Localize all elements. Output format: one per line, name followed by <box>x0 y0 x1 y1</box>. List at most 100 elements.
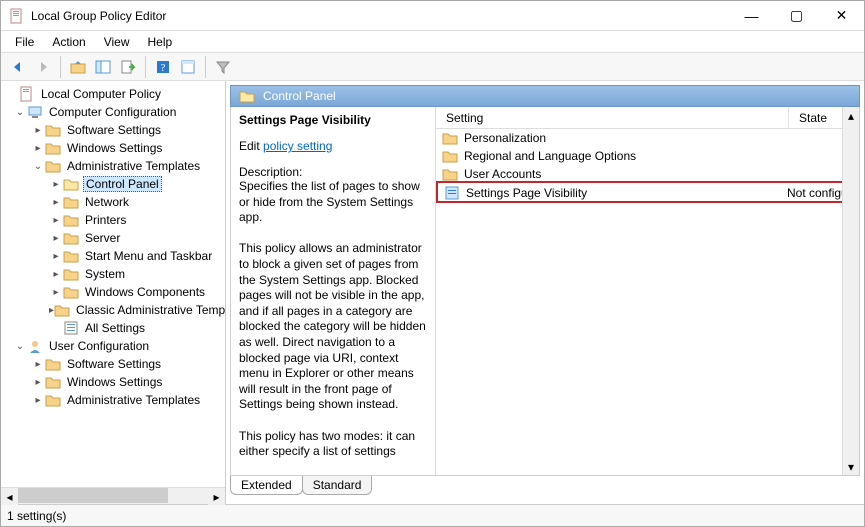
close-button[interactable]: ✕ <box>819 1 864 30</box>
tree-label: Windows Settings <box>65 141 164 155</box>
tree-item[interactable]: ▸Administrative Templates <box>1 391 225 409</box>
tree-item-user-configuration[interactable]: ⌄User Configuration <box>1 337 225 355</box>
tree-item[interactable]: ▸Software Settings <box>1 121 225 139</box>
folder-icon <box>45 158 61 174</box>
list-item-settings-page-visibility[interactable]: Settings Page Visibility Not configured <box>436 181 859 203</box>
tree-item[interactable]: ▸System <box>1 265 225 283</box>
computer-icon <box>27 104 43 120</box>
navigation-tree[interactable]: ▸ Local Computer Policy ⌄ Computer Confi… <box>1 81 225 487</box>
maximize-button[interactable]: ▢ <box>774 1 819 30</box>
scroll-up-icon[interactable]: ▴ <box>843 107 859 124</box>
tree-item-all-settings[interactable]: ▸All Settings <box>1 319 225 337</box>
show-hide-tree-button[interactable] <box>92 56 114 78</box>
collapse-icon[interactable]: ⌄ <box>13 107 27 118</box>
folder-icon <box>45 392 61 408</box>
tree-item[interactable]: ▸ Windows Settings <box>1 139 225 157</box>
expand-icon[interactable]: ▸ <box>31 377 45 388</box>
list-vertical-scrollbar[interactable]: ▴ ▾ <box>842 107 859 475</box>
description-label: Description: <box>239 165 427 179</box>
forward-button[interactable] <box>32 56 54 78</box>
folder-icon <box>63 266 79 282</box>
menu-bar: File Action View Help <box>1 31 864 53</box>
tree-label: Windows Components <box>83 285 207 299</box>
scroll-track[interactable] <box>843 124 859 458</box>
list-item-label: User Accounts <box>464 167 783 181</box>
tab-extended[interactable]: Extended <box>230 476 303 495</box>
policy-icon <box>19 86 35 102</box>
tree-item-control-panel[interactable]: ▸ Control Panel <box>1 175 225 193</box>
list-item-label: Regional and Language Options <box>464 149 783 163</box>
tree-item[interactable]: ▸Classic Administrative Templates <box>1 301 225 319</box>
tree-root[interactable]: ▸ Local Computer Policy <box>1 85 225 103</box>
expand-icon[interactable]: ▸ <box>31 395 45 406</box>
description-panel: Settings Page Visibility Edit policy set… <box>231 107 436 475</box>
folder-icon <box>63 194 79 210</box>
toolbar-separator <box>205 56 206 78</box>
properties-button[interactable] <box>177 56 199 78</box>
tree-label: All Settings <box>83 321 147 335</box>
menu-action[interactable]: Action <box>44 33 93 51</box>
tree-item[interactable]: ▸ Windows Components <box>1 283 225 301</box>
tree-label: Control Panel <box>83 176 162 192</box>
content-header: Control Panel <box>230 85 860 107</box>
view-tabs: Extended Standard <box>230 476 860 500</box>
expand-icon[interactable]: ▸ <box>49 233 63 244</box>
content-header-title: Control Panel <box>263 89 336 103</box>
tree-item[interactable]: ▸Network <box>1 193 225 211</box>
tab-standard[interactable]: Standard <box>302 476 373 495</box>
up-button[interactable] <box>67 56 89 78</box>
export-list-button[interactable] <box>117 56 139 78</box>
menu-file[interactable]: File <box>7 33 42 51</box>
tree-item-administrative-templates[interactable]: ⌄Administrative Templates <box>1 157 225 175</box>
expand-icon[interactable]: ▸ <box>49 287 63 298</box>
status-bar: 1 setting(s) <box>1 504 864 526</box>
expand-icon[interactable]: ▸ <box>31 125 45 136</box>
expand-icon[interactable]: ▸ <box>49 215 63 226</box>
folder-icon <box>442 148 458 164</box>
list-item[interactable]: Regional and Language Options <box>436 147 859 165</box>
setting-icon <box>444 185 460 201</box>
expand-icon[interactable]: ▸ <box>49 179 63 190</box>
toolbar-separator <box>145 56 146 78</box>
edit-policy-setting-link[interactable]: policy setting <box>263 139 332 153</box>
filter-button[interactable] <box>212 56 234 78</box>
folder-icon <box>54 302 70 318</box>
expand-icon[interactable]: ▸ <box>49 251 63 262</box>
expand-icon[interactable]: ▸ <box>31 143 45 154</box>
expand-icon[interactable]: ▸ <box>49 269 63 280</box>
folder-icon <box>45 122 61 138</box>
selected-setting-title: Settings Page Visibility <box>239 113 427 127</box>
expand-icon[interactable]: ▸ <box>49 197 63 208</box>
scroll-down-icon[interactable]: ▾ <box>843 458 859 475</box>
menu-view[interactable]: View <box>96 33 138 51</box>
tree-horizontal-scrollbar[interactable]: ◂ ▸ <box>1 487 225 504</box>
tree-label: Computer Configuration <box>47 105 178 119</box>
user-icon <box>27 338 43 354</box>
list-item[interactable]: Personalization <box>436 129 859 147</box>
scroll-left-icon[interactable]: ◂ <box>1 488 18 505</box>
scroll-right-icon[interactable]: ▸ <box>208 488 225 505</box>
help-button[interactable]: ? <box>152 56 174 78</box>
tree-item[interactable]: ▸ Printers <box>1 211 225 229</box>
tree-item-computer-configuration[interactable]: ⌄ Computer Configuration <box>1 103 225 121</box>
scroll-thumb[interactable] <box>18 488 168 503</box>
menu-help[interactable]: Help <box>140 33 181 51</box>
tree-label: Local Computer Policy <box>39 87 163 101</box>
tree-item[interactable]: ▸Software Settings <box>1 355 225 373</box>
tree-item[interactable]: ▸Start Menu and Taskbar <box>1 247 225 265</box>
app-icon <box>9 8 25 24</box>
tree-label: Classic Administrative Templates <box>74 303 225 317</box>
collapse-icon[interactable]: ⌄ <box>13 341 27 352</box>
tree-item[interactable]: ▸Windows Settings <box>1 373 225 391</box>
settings-list: Setting State Personalization Regional a… <box>436 107 859 475</box>
minimize-button[interactable]: — <box>729 1 774 30</box>
collapse-icon[interactable]: ⌄ <box>31 161 45 172</box>
folder-icon <box>442 166 458 182</box>
list-item-label: Personalization <box>464 131 783 145</box>
back-button[interactable] <box>7 56 29 78</box>
tree-item[interactable]: ▸Server <box>1 229 225 247</box>
navigation-tree-pane: ▸ Local Computer Policy ⌄ Computer Confi… <box>1 81 226 504</box>
tree-label: Printers <box>83 213 128 227</box>
column-header-setting[interactable]: Setting <box>436 107 789 128</box>
expand-icon[interactable]: ▸ <box>31 359 45 370</box>
